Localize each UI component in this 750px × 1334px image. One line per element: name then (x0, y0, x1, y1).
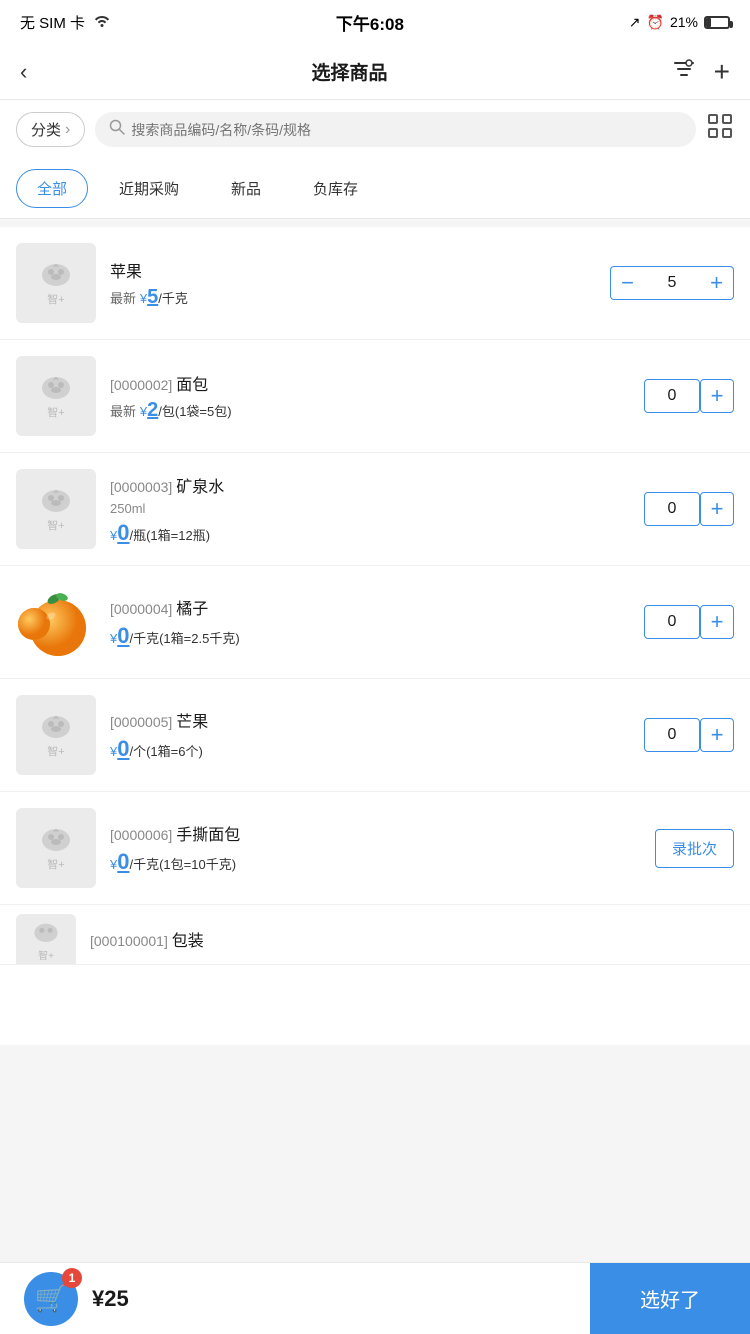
product-thumbnail-7: 智+ (16, 914, 76, 966)
qty-input-3[interactable] (644, 492, 700, 526)
brand-watermark: 智+ (47, 856, 64, 872)
search-input-wrap (95, 112, 696, 147)
product-name-4: [0000004] 橘子 (110, 595, 630, 619)
product-info-7: [000100001] 包装 (90, 927, 734, 955)
product-list: 智+ 苹果 最新 ¥5/千克 − + 智+ (0, 227, 750, 1045)
product-info-6: [0000006] 手撕面包 ¥0/千克(1包=10千克) (110, 821, 641, 875)
product-info-1: 苹果 最新 ¥5/千克 (110, 258, 596, 309)
status-time: 下午6:08 (336, 10, 404, 35)
brand-watermark: 智+ (47, 517, 64, 533)
qty-input-2[interactable] (644, 379, 700, 413)
scan-icon[interactable] (706, 112, 734, 147)
search-input[interactable] (131, 122, 682, 138)
brand-watermark: 智+ (47, 743, 64, 759)
product-name-6: [0000006] 手撕面包 (110, 821, 641, 845)
search-icon (109, 119, 125, 140)
qty-control-3: + (644, 492, 734, 526)
status-right: ↗ ⏰ 21% (629, 14, 730, 31)
product-spec-3: 250ml (110, 501, 630, 516)
product-thumbnail-1: 智+ (16, 243, 96, 323)
wifi-icon (93, 13, 111, 31)
back-button[interactable]: ‹ (20, 59, 27, 85)
brand-watermark: 智+ (38, 947, 54, 962)
qty-control-2: + (644, 379, 734, 413)
list-item: [0000004] 橘子 ¥0/千克(1箱=2.5千克) + (0, 566, 750, 679)
list-item: 智+ [000100001] 包装 (0, 905, 750, 965)
carrier-label: 无 SIM 卡 (20, 12, 85, 33)
nav-right: + (672, 56, 730, 88)
tab-negative[interactable]: 负库存 (292, 169, 379, 208)
category-label: 分类 (31, 119, 61, 140)
list-item: 智+ [0000003] 矿泉水 250ml ¥0/瓶(1箱=12瓶) + (0, 453, 750, 566)
batch-button-6[interactable]: 录批次 (655, 829, 734, 868)
product-info-5: [0000005] 芒果 ¥0/个(1箱=6个) (110, 708, 630, 762)
qty-input-4[interactable] (644, 605, 700, 639)
product-name-7: [000100001] 包装 (90, 927, 734, 951)
product-info-2: [0000002] 面包 最新 ¥2/包(1袋=5包) (110, 371, 630, 422)
cart-area: 🛒 1 ¥25 (0, 1272, 129, 1326)
qty-plus-button-3[interactable]: + (700, 492, 734, 526)
list-item: 智+ [0000006] 手撕面包 ¥0/千克(1包=10千克) 录批次 (0, 792, 750, 905)
list-item: 智+ [0000002] 面包 最新 ¥2/包(1袋=5包) + (0, 340, 750, 453)
cart-icon: 🛒 (35, 1283, 67, 1314)
cart-badge: 1 (62, 1268, 82, 1288)
qty-control-5: + (644, 718, 734, 752)
list-item: 智+ [0000005] 芒果 ¥0/个(1箱=6个) + (0, 679, 750, 792)
alarm-icon: ⏰ (647, 14, 664, 31)
filter-icon[interactable] (672, 58, 696, 86)
product-name-1: 苹果 (110, 258, 596, 282)
qty-plus-button-5[interactable]: + (700, 718, 734, 752)
product-thumbnail-6: 智+ (16, 808, 96, 888)
product-name-2: [0000002] 面包 (110, 371, 630, 395)
qty-minus-button-1[interactable]: − (610, 266, 644, 300)
status-left: 无 SIM 卡 (20, 12, 111, 33)
search-bar: 分类 › (0, 100, 750, 159)
qty-plus-button-2[interactable]: + (700, 379, 734, 413)
location-icon: ↗ (629, 14, 641, 31)
qty-control-1: − + (610, 266, 734, 300)
cart-button[interactable]: 🛒 1 (24, 1272, 78, 1326)
tab-new[interactable]: 新品 (210, 169, 282, 208)
add-button[interactable]: + (714, 56, 730, 88)
product-thumbnail-5: 智+ (16, 695, 96, 775)
product-price-6: ¥0/千克(1包=10千克) (110, 849, 641, 875)
product-thumbnail-2: 智+ (16, 356, 96, 436)
qty-input-5[interactable] (644, 718, 700, 752)
nav-left: ‹ (20, 59, 27, 85)
bottom-bar: 🛒 1 ¥25 选好了 (0, 1262, 750, 1334)
tab-recent[interactable]: 近期采购 (98, 169, 200, 208)
battery-percent: 21% (670, 14, 698, 30)
category-chevron: › (65, 121, 70, 139)
qty-input-1[interactable] (644, 266, 700, 300)
qty-plus-button-1[interactable]: + (700, 266, 734, 300)
page-title: 选择商品 (311, 58, 387, 85)
product-info-3: [0000003] 矿泉水 250ml ¥0/瓶(1箱=12瓶) (110, 473, 630, 546)
product-price-3: ¥0/瓶(1箱=12瓶) (110, 520, 630, 546)
brand-watermark: 智+ (47, 404, 64, 420)
product-name-5: [0000005] 芒果 (110, 708, 630, 732)
product-name-3: [0000003] 矿泉水 (110, 473, 630, 497)
product-thumbnail-4 (16, 582, 96, 662)
qty-control-4: + (644, 605, 734, 639)
battery-icon (704, 16, 730, 29)
list-item: 智+ 苹果 最新 ¥5/千克 − + (0, 227, 750, 340)
product-price-4: ¥0/千克(1箱=2.5千克) (110, 623, 630, 649)
tab-all[interactable]: 全部 (16, 169, 88, 208)
product-info-4: [0000004] 橘子 ¥0/千克(1箱=2.5千克) (110, 595, 630, 649)
product-price-2: 最新 ¥2/包(1袋=5包) (110, 399, 630, 422)
qty-plus-button-4[interactable]: + (700, 605, 734, 639)
product-price-1: 最新 ¥5/千克 (110, 286, 596, 309)
product-price-5: ¥0/个(1箱=6个) (110, 736, 630, 762)
confirm-button[interactable]: 选好了 (590, 1263, 750, 1334)
cart-total: ¥25 (92, 1286, 129, 1312)
status-bar: 无 SIM 卡 下午6:08 ↗ ⏰ 21% (0, 0, 750, 44)
category-button[interactable]: 分类 › (16, 112, 85, 147)
nav-bar: ‹ 选择商品 + (0, 44, 750, 100)
tab-bar: 全部 近期采购 新品 负库存 (0, 159, 750, 219)
product-thumbnail-3: 智+ (16, 469, 96, 549)
brand-watermark: 智+ (47, 291, 64, 307)
